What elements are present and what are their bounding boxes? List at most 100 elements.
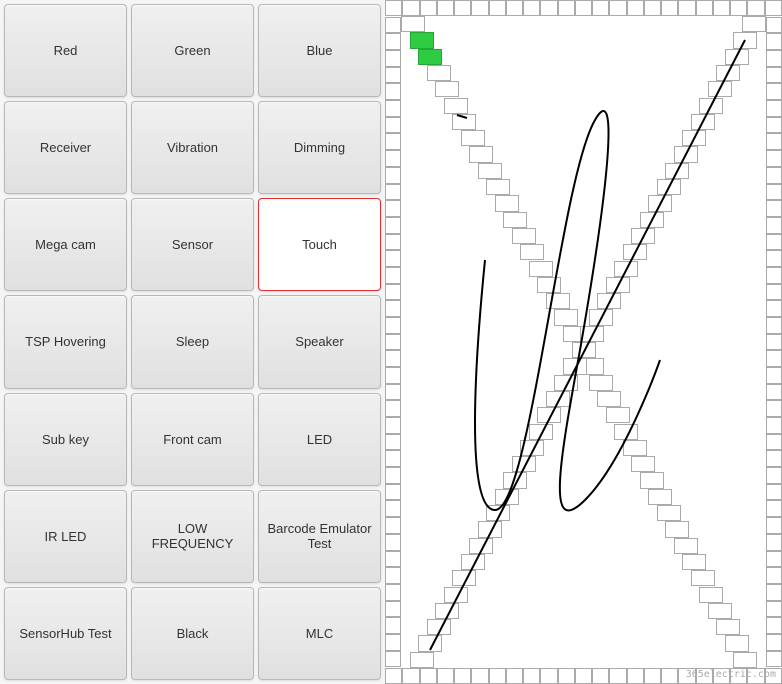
grid-cell[interactable] bbox=[725, 49, 749, 65]
grid-cell[interactable] bbox=[420, 0, 437, 16]
sensorhub-test-button[interactable]: SensorHub Test bbox=[4, 587, 127, 680]
grid-cell[interactable] bbox=[606, 277, 630, 293]
grid-cell[interactable] bbox=[766, 234, 782, 251]
grid-cell[interactable] bbox=[691, 114, 715, 130]
grid-cell[interactable] bbox=[469, 538, 493, 554]
grid-cell[interactable] bbox=[385, 601, 401, 618]
grid-cell[interactable] bbox=[385, 350, 401, 367]
grid-cell[interactable] bbox=[575, 0, 592, 16]
grid-cell[interactable] bbox=[766, 417, 782, 434]
grid-cell[interactable] bbox=[682, 554, 706, 570]
grid-cell[interactable] bbox=[437, 0, 454, 16]
grid-cell[interactable] bbox=[657, 179, 681, 195]
ir-led-button[interactable]: IR LED bbox=[4, 490, 127, 583]
grid-cell[interactable] bbox=[558, 0, 575, 16]
grid-cell[interactable] bbox=[614, 261, 638, 277]
grid-cell[interactable] bbox=[546, 391, 570, 407]
grid-cell[interactable] bbox=[385, 250, 401, 267]
grid-cell[interactable] bbox=[766, 33, 782, 50]
grid-cell[interactable] bbox=[648, 195, 672, 211]
grid-cell[interactable] bbox=[385, 467, 401, 484]
grid-cell[interactable] bbox=[385, 384, 401, 401]
grid-cell[interactable] bbox=[503, 472, 527, 488]
grid-cell[interactable] bbox=[699, 587, 723, 603]
grid-cell[interactable] bbox=[452, 114, 476, 130]
grid-cell[interactable] bbox=[495, 489, 519, 505]
grid-cell[interactable] bbox=[623, 440, 647, 456]
sleep-button[interactable]: Sleep bbox=[131, 295, 254, 388]
grid-cell[interactable] bbox=[471, 668, 488, 684]
grid-cell[interactable] bbox=[766, 584, 782, 601]
grid-cell[interactable] bbox=[708, 603, 732, 619]
grid-cell[interactable] bbox=[385, 234, 401, 251]
grid-cell[interactable] bbox=[529, 261, 553, 277]
grid-cell[interactable] bbox=[385, 0, 402, 16]
grid-cell[interactable] bbox=[546, 293, 570, 309]
black-button[interactable]: Black bbox=[131, 587, 254, 680]
grid-cell[interactable] bbox=[495, 195, 519, 211]
grid-cell[interactable] bbox=[385, 50, 401, 67]
grid-cell[interactable] bbox=[609, 668, 626, 684]
speaker-button[interactable]: Speaker bbox=[258, 295, 381, 388]
dimming-button[interactable]: Dimming bbox=[258, 101, 381, 194]
grid-cell[interactable] bbox=[427, 65, 451, 81]
grid-cell[interactable] bbox=[640, 472, 664, 488]
grid-cell[interactable] bbox=[385, 450, 401, 467]
grid-cell[interactable] bbox=[766, 284, 782, 301]
grid-cell[interactable] bbox=[766, 167, 782, 184]
low-frequency-button[interactable]: LOW FREQUENCY bbox=[131, 490, 254, 583]
grid-cell[interactable] bbox=[766, 117, 782, 134]
grid-cell[interactable] bbox=[452, 570, 476, 586]
grid-cell[interactable] bbox=[385, 668, 402, 684]
grid-cell[interactable] bbox=[627, 0, 644, 16]
grid-cell[interactable] bbox=[471, 0, 488, 16]
grid-cell[interactable] bbox=[385, 100, 401, 117]
grid-cell[interactable] bbox=[766, 484, 782, 501]
grid-cell[interactable] bbox=[385, 584, 401, 601]
grid-cell[interactable] bbox=[766, 267, 782, 284]
grid-cell[interactable] bbox=[486, 179, 510, 195]
grid-cell[interactable] bbox=[766, 83, 782, 100]
grid-cell[interactable] bbox=[385, 83, 401, 100]
grid-cell[interactable] bbox=[385, 500, 401, 517]
grid-cell[interactable] bbox=[512, 228, 536, 244]
grid-cell[interactable] bbox=[401, 16, 425, 32]
grid-cell[interactable] bbox=[402, 0, 419, 16]
grid-cell[interactable] bbox=[437, 668, 454, 684]
grid-cell[interactable] bbox=[512, 456, 536, 472]
tsp-hovering-button[interactable]: TSP Hovering bbox=[4, 295, 127, 388]
grid-cell[interactable] bbox=[606, 407, 630, 423]
grid-cell[interactable] bbox=[385, 117, 401, 134]
grid-cell[interactable] bbox=[529, 424, 553, 440]
grid-cell[interactable] bbox=[454, 0, 471, 16]
grid-cell[interactable] bbox=[385, 167, 401, 184]
grid-cell[interactable] bbox=[385, 617, 401, 634]
grid-cell[interactable] bbox=[766, 517, 782, 534]
grid-cell[interactable] bbox=[563, 358, 587, 374]
grid-cell[interactable] bbox=[716, 619, 740, 635]
grid-cell[interactable] bbox=[385, 400, 401, 417]
grid-cell[interactable] bbox=[661, 668, 678, 684]
grid-cell[interactable] bbox=[385, 17, 401, 34]
grid-cell[interactable] bbox=[385, 133, 401, 150]
grid-cell[interactable] bbox=[682, 130, 706, 146]
grid-cell[interactable] bbox=[385, 367, 401, 384]
grid-cell[interactable] bbox=[385, 67, 401, 84]
grid-cell[interactable] bbox=[674, 538, 698, 554]
grid-cell[interactable] bbox=[766, 450, 782, 467]
grid-cell[interactable] bbox=[765, 0, 782, 16]
grid-cell[interactable] bbox=[385, 517, 401, 534]
grid-cell[interactable] bbox=[766, 634, 782, 651]
grid-cell[interactable] bbox=[385, 33, 401, 50]
grid-cell[interactable] bbox=[766, 50, 782, 67]
grid-cell[interactable] bbox=[410, 652, 434, 668]
grid-cell[interactable] bbox=[657, 505, 681, 521]
grid-cell[interactable] bbox=[385, 184, 401, 201]
grid-cell[interactable] bbox=[766, 17, 782, 34]
grid-cell[interactable] bbox=[537, 407, 561, 423]
grid-cell[interactable] bbox=[385, 651, 401, 668]
grid-cell[interactable] bbox=[665, 521, 689, 537]
grid-cell[interactable] bbox=[678, 0, 695, 16]
grid-cell[interactable] bbox=[478, 163, 502, 179]
grid-cell[interactable] bbox=[454, 668, 471, 684]
